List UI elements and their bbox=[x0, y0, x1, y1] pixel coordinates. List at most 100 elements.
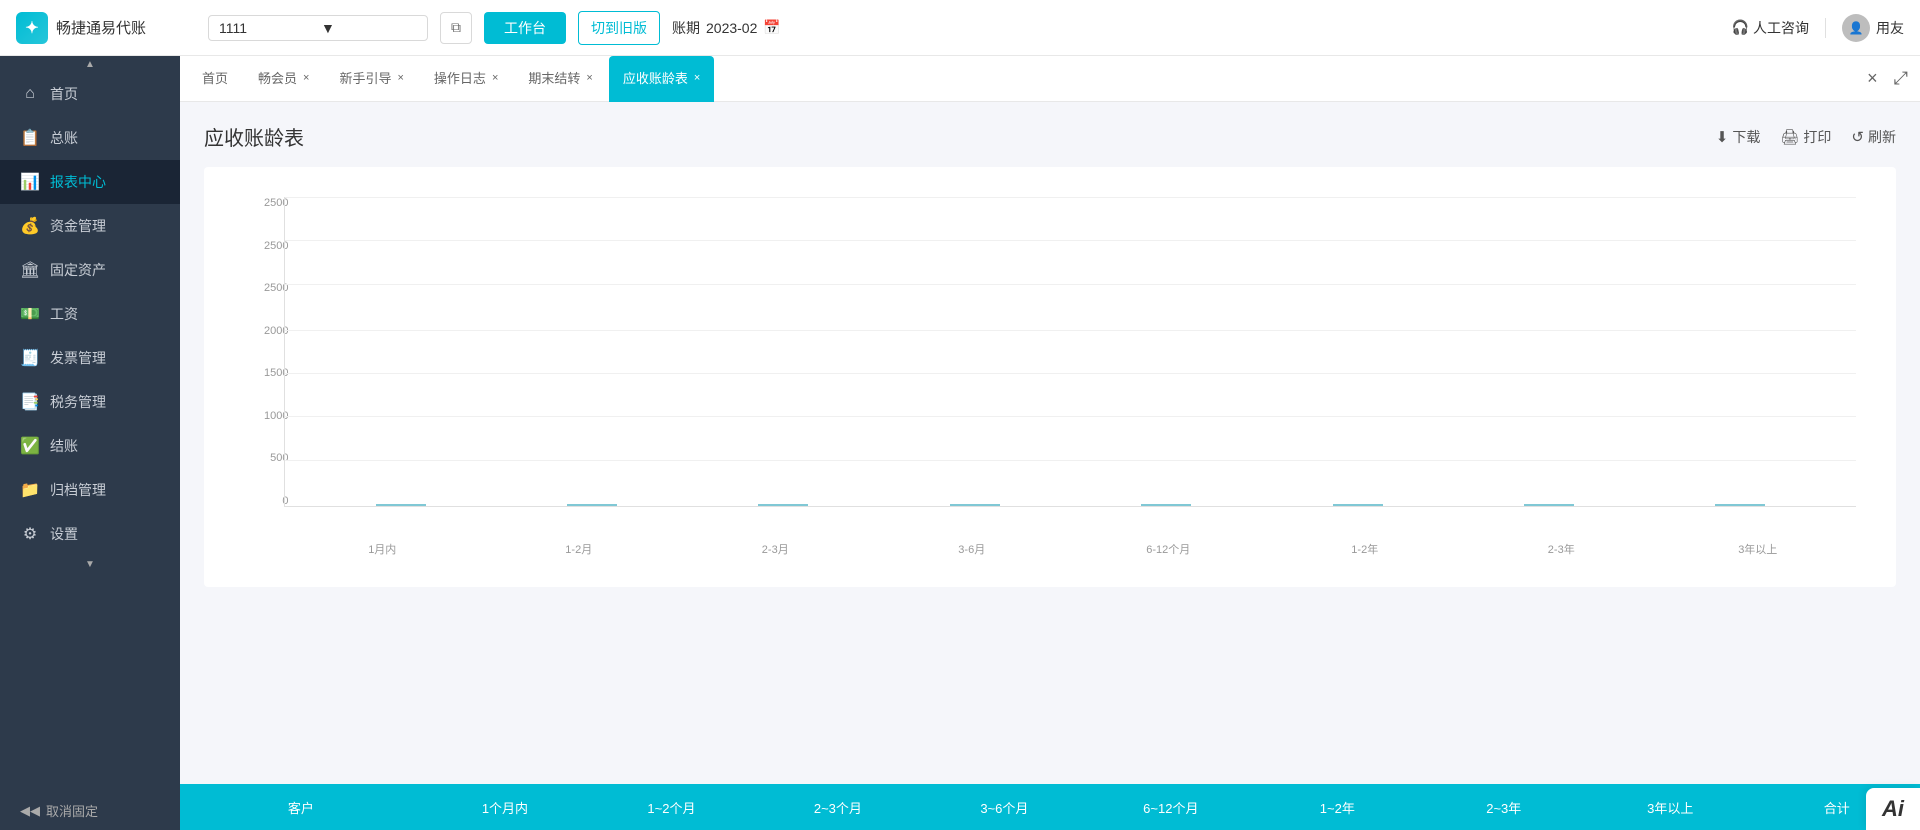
settings-icon: ⚙ bbox=[20, 524, 40, 544]
reports-icon: 📊 bbox=[20, 172, 40, 192]
download-label: 下载 bbox=[1732, 127, 1760, 147]
sidebar-label-fixed-assets: 固定资产 bbox=[50, 260, 106, 280]
chart-bars bbox=[285, 197, 1856, 506]
sidebar-item-ledger[interactable]: 📋 总账 bbox=[0, 116, 180, 160]
chart-container: 2500 2500 2500 2000 1500 1000 500 0 bbox=[204, 167, 1896, 587]
tax-icon: 📑 bbox=[20, 392, 40, 412]
bar-group-1-2yr bbox=[1262, 504, 1453, 506]
archive-icon: 📁 bbox=[20, 480, 40, 500]
settlement-icon: ✅ bbox=[20, 436, 40, 456]
bar-3-6 bbox=[950, 504, 1000, 506]
sidebar-item-reports[interactable]: 📊 报表中心 bbox=[0, 160, 180, 204]
sidebar-item-settlement[interactable]: ✅ 结账 bbox=[0, 424, 180, 468]
tab-log-label: 操作日志 bbox=[434, 68, 486, 87]
close-icon[interactable]: × bbox=[586, 72, 592, 84]
th-3y: 3年以上 bbox=[1587, 798, 1753, 817]
header-right: 🎧 人工咨询 👤 用友 bbox=[1732, 14, 1904, 42]
chart-plot bbox=[284, 197, 1856, 507]
tab-receivable-aging[interactable]: 应收账龄表 × bbox=[609, 56, 714, 102]
bar-jan bbox=[376, 504, 426, 506]
sidebar-item-fixed-assets[interactable]: 🏛 固定资产 bbox=[0, 248, 180, 292]
tab-guide[interactable]: 新手引导 × bbox=[325, 56, 417, 102]
th-1m: 1个月内 bbox=[422, 798, 588, 817]
logo-icon: ✦ bbox=[16, 12, 48, 44]
bar-1-2 bbox=[567, 504, 617, 506]
divider bbox=[1825, 18, 1826, 38]
sidebar-item-funds[interactable]: 💰 资金管理 bbox=[0, 204, 180, 248]
sidebar-item-tax[interactable]: 📑 税务管理 bbox=[0, 380, 180, 424]
copy-button[interactable]: ⧉ bbox=[440, 12, 472, 44]
table-header: 客户 1个月内 1~2个月 2~3个月 3~6个月 6~12个月 1~2年 2~… bbox=[180, 784, 1920, 830]
x-label-1-2: 1-2月 bbox=[481, 541, 678, 557]
sidebar-label-tax: 税务管理 bbox=[50, 392, 106, 412]
sidebar-label-home: 首页 bbox=[50, 84, 78, 104]
x-label-1-2yr: 1-2年 bbox=[1267, 541, 1464, 557]
th-2-3y: 2~3年 bbox=[1421, 798, 1587, 817]
sidebar-item-archive[interactable]: 📁 归档管理 bbox=[0, 468, 180, 512]
period-label: 账期 bbox=[672, 18, 700, 38]
tab-member[interactable]: 畅会员 × bbox=[244, 56, 323, 102]
x-label-6-12: 6-12个月 bbox=[1070, 541, 1267, 557]
sidebar-label-funds: 资金管理 bbox=[50, 216, 106, 236]
invoice-icon: 🧾 bbox=[20, 348, 40, 368]
th-1-2m: 1~2个月 bbox=[588, 798, 754, 817]
bar-group-3-6 bbox=[879, 504, 1070, 506]
user-area[interactable]: 👤 用友 bbox=[1842, 14, 1904, 42]
workbench-button[interactable]: 工作台 bbox=[484, 12, 566, 44]
switch-version-button[interactable]: 切到旧版 bbox=[578, 11, 660, 45]
th-3-6m: 3~6个月 bbox=[921, 798, 1087, 817]
tab-period[interactable]: 期末结转 × bbox=[514, 56, 606, 102]
tab-period-label: 期末结转 bbox=[528, 68, 580, 87]
chart-inner: 2500 2500 2500 2000 1500 1000 500 0 bbox=[224, 187, 1876, 567]
page-content: 应收账龄表 ⬇ 下载 🖨 打印 ↺ 刷新 bbox=[180, 102, 1920, 784]
refresh-label: 刷新 bbox=[1868, 127, 1896, 147]
tab-log[interactable]: 操作日志 × bbox=[420, 56, 512, 102]
avatar: 👤 bbox=[1842, 14, 1870, 42]
sidebar-label-reports: 报表中心 bbox=[50, 172, 106, 192]
sidebar-scroll-down[interactable]: ▼ bbox=[0, 556, 180, 572]
th-1-2y: 1~2年 bbox=[1254, 798, 1420, 817]
sidebar-item-home[interactable]: ⌂ 首页 bbox=[0, 72, 180, 116]
close-icon[interactable]: × bbox=[303, 72, 309, 84]
period-area: 账期 2023-02 📅 bbox=[672, 18, 781, 38]
close-icon[interactable]: × bbox=[492, 72, 498, 84]
company-select[interactable]: 1111 ▼ bbox=[208, 15, 428, 41]
cancel-pin-button[interactable]: ◀◀ 取消固定 bbox=[0, 791, 180, 830]
copy-icon: ⧉ bbox=[451, 19, 461, 36]
sidebar: ▲ ⌂ 首页 📋 总账 📊 报表中心 💰 资金管理 🏛 固定资产 💵 工资 🧾 … bbox=[0, 56, 180, 830]
logo-area: ✦ 畅捷通易代账 bbox=[16, 12, 196, 44]
consult-button[interactable]: 🎧 人工咨询 bbox=[1732, 18, 1809, 38]
th-2-3m: 2~3个月 bbox=[755, 798, 921, 817]
ai-badge[interactable]: Ai bbox=[1866, 788, 1920, 830]
content-area: 首页 畅会员 × 新手引导 × 操作日志 × 期末结转 × 应收账龄表 × bbox=[180, 56, 1920, 830]
bar-2-3 bbox=[758, 504, 808, 506]
bar-group-6-12 bbox=[1071, 504, 1262, 506]
download-button[interactable]: ⬇ 下载 bbox=[1716, 127, 1761, 147]
close-icon[interactable]: × bbox=[694, 72, 700, 84]
company-name: 1111 bbox=[219, 20, 315, 36]
chart-x-labels: 1月内 1-2月 2-3月 3-6月 6-12个月 1-2年 2-3年 3年以上 bbox=[284, 541, 1856, 557]
sidebar-scroll-up[interactable]: ▲ bbox=[0, 56, 180, 72]
tab-member-label: 畅会员 bbox=[258, 68, 297, 87]
close-icon[interactable]: × bbox=[397, 72, 403, 84]
x-label-jan: 1月内 bbox=[284, 541, 481, 557]
tab-home-label: 首页 bbox=[202, 68, 228, 87]
sidebar-item-settings[interactable]: ⚙ 设置 bbox=[0, 512, 180, 556]
calendar-icon[interactable]: 📅 bbox=[763, 19, 780, 36]
tab-home[interactable]: 首页 bbox=[188, 56, 242, 102]
refresh-button[interactable]: ↺ 刷新 bbox=[1851, 127, 1896, 147]
consult-label: 人工咨询 bbox=[1753, 18, 1809, 38]
top-header: ✦ 畅捷通易代账 1111 ▼ ⧉ 工作台 切到旧版 账期 2023-02 📅 … bbox=[0, 0, 1920, 56]
th-6-12m: 6~12个月 bbox=[1088, 798, 1254, 817]
sidebar-item-invoice[interactable]: 🧾 发票管理 bbox=[0, 336, 180, 380]
bar-group-1-2 bbox=[496, 504, 687, 506]
sidebar-item-payroll[interactable]: 💵 工资 bbox=[0, 292, 180, 336]
close-all-button[interactable]: × bbox=[1863, 64, 1882, 93]
maximize-button[interactable]: ⤢ bbox=[1890, 64, 1912, 93]
bar-group-3yr bbox=[1645, 504, 1836, 506]
payroll-icon: 💵 bbox=[20, 304, 40, 324]
print-button[interactable]: 🖨 打印 bbox=[1780, 127, 1831, 147]
sidebar-label-invoice: 发票管理 bbox=[50, 348, 106, 368]
home-icon: ⌂ bbox=[20, 85, 40, 103]
period-value: 2023-02 bbox=[706, 20, 757, 36]
